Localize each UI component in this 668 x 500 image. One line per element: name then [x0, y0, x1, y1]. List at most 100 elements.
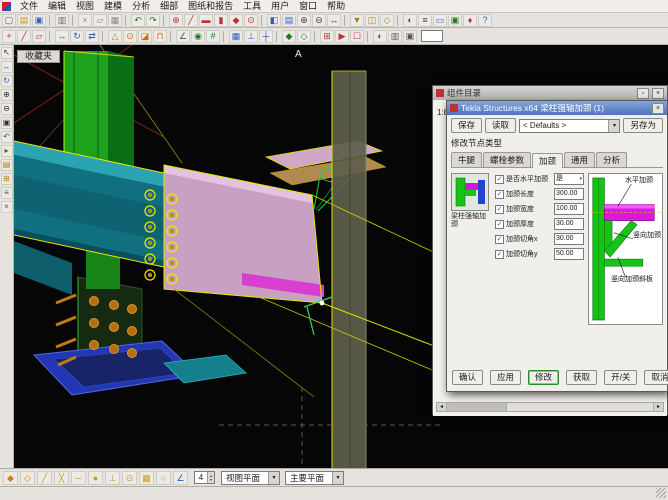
level-icon[interactable]: ⊥ — [244, 29, 258, 43]
menu-item[interactable]: 视图 — [71, 0, 99, 12]
select-components-icon[interactable]: ◇ — [380, 13, 394, 27]
view-list-icon[interactable]: ▤ — [282, 13, 296, 27]
catalog-titlebar[interactable]: 组件目录 ▫ × — [433, 86, 667, 100]
grid-icon[interactable]: ▦ — [229, 29, 243, 43]
rotate-view-icon[interactable]: ↻ — [0, 75, 13, 87]
depth-spinner[interactable]: 4 ▴ ▾ — [194, 471, 215, 484]
ortho-icon[interactable]: ∠ — [173, 470, 188, 485]
component-catalog-icon[interactable]: ◆ — [282, 29, 296, 43]
pin-icon[interactable]: ▫ — [637, 87, 649, 99]
dialog-tab[interactable]: 螺栓参数 — [483, 152, 532, 167]
snap-intersection-icon[interactable]: ╳ — [54, 470, 69, 485]
drawings-icon[interactable]: ▭ — [433, 13, 447, 27]
view-3d-icon[interactable]: ◧ — [267, 13, 281, 27]
menu-item[interactable]: 文件 — [15, 0, 43, 12]
favorites-strip[interactable]: 收藏夹 — [17, 50, 61, 63]
field-checkbox[interactable]: ✓ — [495, 249, 504, 259]
create-ref-point-icon[interactable]: + — [2, 29, 16, 43]
rotate-icon[interactable]: ↻ — [70, 29, 84, 43]
zoom-in-icon[interactable]: ⊕ — [297, 13, 311, 27]
menu-item[interactable]: 细部 — [155, 0, 183, 12]
menu-item[interactable]: 窗口 — [294, 0, 322, 12]
spin-down-icon[interactable]: ▾ — [208, 477, 214, 482]
spinner-arrows[interactable]: ▴ ▾ — [207, 472, 214, 483]
field-checkbox[interactable]: ✓ — [495, 189, 504, 199]
components-icon[interactable]: ♦ — [463, 13, 477, 27]
menu-item[interactable]: 建模 — [99, 0, 127, 12]
select-objects-icon[interactable]: ◫ — [365, 13, 379, 27]
snap-midpoint-icon[interactable]: ─ — [71, 470, 86, 485]
macro-icon[interactable]: ▶ — [335, 29, 349, 43]
load-button[interactable]: 读取 — [485, 118, 517, 133]
dialog-button[interactable]: 获取 — [566, 370, 598, 385]
create-bolt-icon[interactable]: ⊙ — [244, 13, 258, 27]
screenshot-icon[interactable]: ▣ — [403, 29, 417, 43]
dialog-button[interactable]: 确认 — [452, 370, 484, 385]
work-plane-combo[interactable]: 主要平面 ▾ — [285, 470, 344, 485]
copy-icon[interactable]: ▱ — [93, 13, 107, 27]
save-as-button[interactable]: 另存为 — [623, 118, 663, 133]
select-filter-icon[interactable]: ▼ — [350, 13, 364, 27]
dialog-tab[interactable]: 牛腿 — [451, 152, 483, 167]
field-input[interactable]: 100.00 — [554, 203, 584, 215]
vertical-member-3d[interactable] — [331, 70, 367, 468]
undo-icon[interactable]: ↶ — [131, 13, 145, 27]
field-input[interactable]: 300.00 — [554, 188, 584, 200]
zoom-out-icon[interactable]: ⊖ — [312, 13, 326, 27]
snap-nearest-icon[interactable]: ╱ — [37, 470, 52, 485]
previous-view-icon[interactable]: ↶ — [0, 131, 13, 143]
create-beam-icon[interactable]: ▬ — [199, 13, 213, 27]
task-icon[interactable]: ☐ — [350, 29, 364, 43]
catalog-scrollbar[interactable]: ◂ ▸ — [436, 402, 664, 412]
dialog-button[interactable]: 开/关 — [604, 370, 638, 385]
cut-icon[interactable]: × — [78, 13, 92, 27]
catalog-icon[interactable]: ▣ — [448, 13, 462, 27]
scroll-left-icon[interactable]: ◂ — [437, 403, 447, 411]
close-icon[interactable]: × — [652, 87, 664, 99]
move-icon[interactable]: ↔ — [55, 29, 69, 43]
reports-icon[interactable]: ≡ — [418, 13, 432, 27]
close-icon[interactable]: × — [652, 102, 664, 114]
axis-icon[interactable]: ┼ — [259, 29, 273, 43]
zoom-in-view-icon[interactable]: ⊕ — [0, 89, 13, 101]
menu-item[interactable]: 分析 — [127, 0, 155, 12]
field-input[interactable]: 50.00 — [554, 248, 584, 260]
select-pointer-icon[interactable]: ↖ — [0, 47, 13, 59]
measure-icon[interactable]: ∠ — [176, 29, 190, 43]
scrollbar-thumb[interactable] — [447, 403, 507, 411]
redo-icon[interactable]: ↷ — [146, 13, 160, 27]
mirror-icon[interactable]: ⇄ — [85, 29, 99, 43]
create-ref-plane-icon[interactable]: ▱ — [32, 29, 46, 43]
base-plate-3d[interactable] — [32, 340, 247, 396]
create-line-icon[interactable]: ╱ — [184, 13, 198, 27]
create-point-icon[interactable]: ⊕ — [169, 13, 183, 27]
scroll-right-icon[interactable]: ▸ — [653, 403, 663, 411]
resize-grip[interactable] — [656, 488, 666, 498]
snap-center-icon[interactable]: ⊙ — [122, 470, 137, 485]
new-model-icon[interactable]: ▢ — [2, 13, 16, 27]
dialog-button[interactable]: 取消 — [644, 370, 668, 385]
zoom-out-view-icon[interactable]: ⊖ — [0, 103, 13, 115]
fly-view-icon[interactable]: ▸ — [0, 145, 13, 157]
print-icon[interactable]: ▥ — [55, 13, 69, 27]
menu-item[interactable]: 编辑 — [43, 0, 71, 12]
field-checkbox[interactable]: ✓ — [495, 204, 504, 214]
preset-combo[interactable]: < Defaults > ▾ — [519, 118, 621, 133]
menu-item[interactable]: 工具 — [238, 0, 266, 12]
dialog-tab[interactable]: 加颈 — [532, 153, 564, 168]
field-checkbox[interactable]: ✓ — [495, 219, 504, 229]
snap-reference-icon[interactable]: ◆ — [3, 470, 18, 485]
cut-part-icon[interactable]: ◪ — [138, 29, 152, 43]
view-properties-icon[interactable]: ▤ — [0, 159, 13, 171]
create-column-icon[interactable]: ▮ — [214, 13, 228, 27]
snap-geometry-icon[interactable]: ◇ — [20, 470, 35, 485]
create-ref-line-icon[interactable]: ╱ — [17, 29, 31, 43]
snap-endpoint-icon[interactable]: ● — [88, 470, 103, 485]
display-settings-icon[interactable]: ▥ — [388, 29, 402, 43]
phases-icon[interactable]: ◐ — [403, 13, 417, 27]
menu-item[interactable]: 用户 — [266, 0, 294, 12]
render-options-icon[interactable]: ◐ — [373, 29, 387, 43]
create-plate-icon[interactable]: ◆ — [229, 13, 243, 27]
custom-component-icon[interactable]: ◇ — [297, 29, 311, 43]
pan-view-icon[interactable]: ↔ — [0, 61, 13, 73]
